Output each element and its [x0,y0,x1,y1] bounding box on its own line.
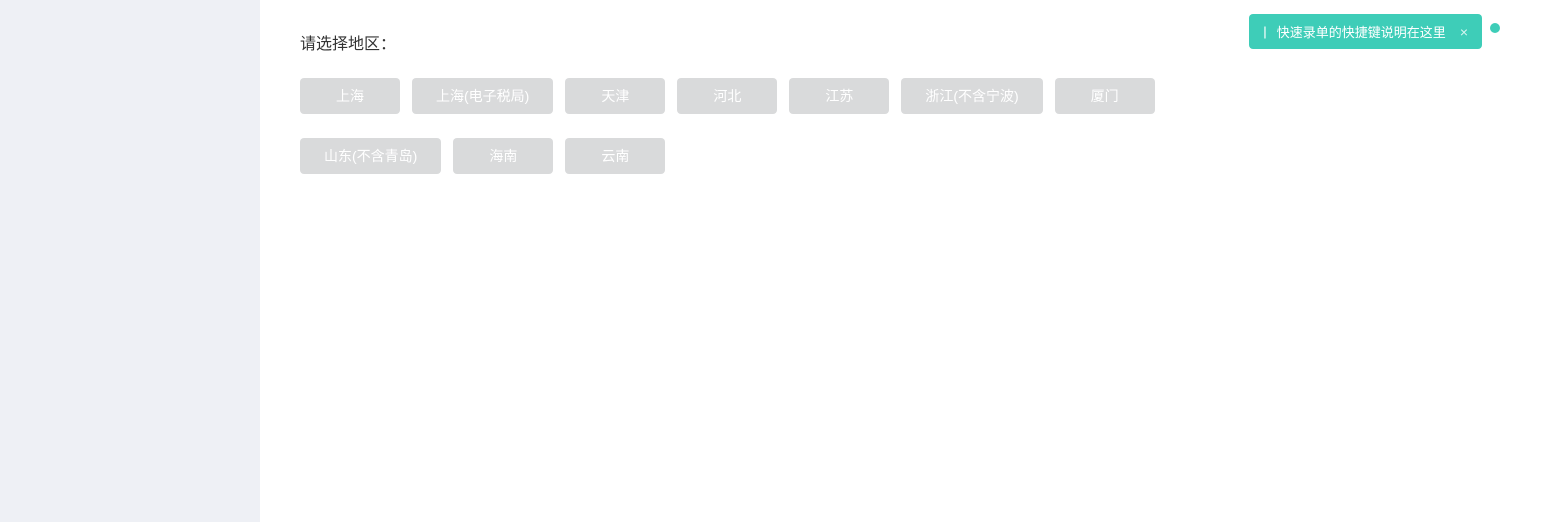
tooltip-text: 快速录单的快捷键说明在这里 [1277,22,1446,41]
region-btn-xiamen[interactable]: 厦门 [1055,78,1155,114]
region-btn-shanghai[interactable]: 上海 [300,78,400,114]
region-btn-zhejiang[interactable]: 浙江(不含宁波) [901,78,1042,114]
tooltip-banner: 快速录单的快捷键说明在这里 × [1249,14,1482,49]
region-row-1: 上海 上海(电子税局) 天津 河北 江苏 浙江(不含宁波) 厦门 [300,78,1155,114]
region-btn-tianjin[interactable]: 天津 [565,78,665,114]
region-btn-hebei[interactable]: 河北 [677,78,777,114]
region-btn-shanghai-etax[interactable]: 上海(电子税局) [412,78,553,114]
region-btn-hainan[interactable]: 海南 [453,138,553,174]
main-content: 请选择地区： 上海 上海(电子税局) 天津 河北 江苏 浙江(不含宁波) 厦门 … [260,0,1562,522]
region-row-2: 山东(不含青岛) 海南 云南 [300,138,665,174]
region-btn-jiangsu[interactable]: 江苏 [789,78,889,114]
region-btn-shandong[interactable]: 山东(不含青岛) [300,138,441,174]
tooltip-close-button[interactable]: × [1460,24,1468,40]
tooltip-dot [1490,23,1500,33]
left-sidebar [0,0,260,522]
region-buttons: 上海 上海(电子税局) 天津 河北 江苏 浙江(不含宁波) 厦门 山东(不含青岛… [300,78,1522,186]
region-btn-yunnan[interactable]: 云南 [565,138,665,174]
